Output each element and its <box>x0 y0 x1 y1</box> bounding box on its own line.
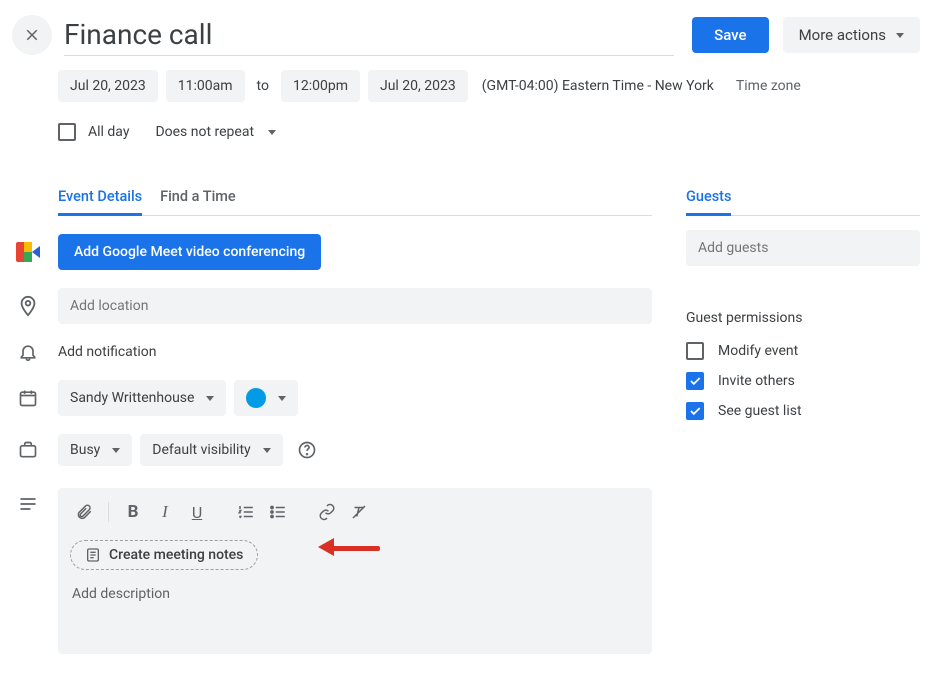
add-notification-link[interactable]: Add notification <box>58 344 157 360</box>
bulleted-list-button[interactable] <box>264 498 292 526</box>
meet-icon <box>12 242 44 262</box>
briefcase-icon <box>12 440 44 460</box>
see-guest-list-checkbox[interactable] <box>686 402 704 420</box>
notes-icon <box>85 547 101 563</box>
availability-label: Busy <box>70 442 100 458</box>
end-date-chip[interactable]: Jul 20, 2023 <box>368 70 468 102</box>
bold-button[interactable]: B <box>119 498 147 526</box>
close-button[interactable] <box>12 15 52 55</box>
underline-button[interactable]: U <box>183 498 211 526</box>
notes-chip-label: Create meeting notes <box>109 547 243 563</box>
timezone-link[interactable]: Time zone <box>728 78 801 94</box>
all-day-checkbox[interactable] <box>58 123 76 141</box>
color-dot-icon <box>246 388 266 408</box>
attach-button[interactable] <box>70 498 98 526</box>
list-bullet-icon <box>269 503 287 521</box>
clear-format-icon <box>350 503 368 521</box>
guest-permissions-title: Guest permissions <box>686 310 920 326</box>
italic-button[interactable]: I <box>151 498 179 526</box>
chevron-down-icon <box>278 396 286 401</box>
chevron-down-icon <box>112 448 120 453</box>
tab-find-a-time[interactable]: Find a Time <box>160 180 236 215</box>
modify-event-label: Modify event <box>718 343 798 359</box>
repeat-label: Does not repeat <box>155 124 254 140</box>
calendar-owner-dropdown[interactable]: Sandy Writtenhouse <box>58 380 226 416</box>
availability-dropdown[interactable]: Busy <box>58 434 132 466</box>
more-actions-button[interactable]: More actions <box>783 17 920 53</box>
modify-event-checkbox[interactable] <box>686 342 704 360</box>
chevron-down-icon <box>896 33 904 38</box>
link-icon <box>318 503 336 521</box>
to-label: to <box>253 78 273 94</box>
chevron-down-icon <box>263 448 271 453</box>
create-meeting-notes-button[interactable]: Create meeting notes <box>70 540 258 570</box>
location-input[interactable] <box>58 288 652 324</box>
numbered-list-button[interactable] <box>232 498 260 526</box>
chevron-down-icon <box>206 396 214 401</box>
chevron-down-icon <box>268 130 276 135</box>
description-icon <box>12 484 44 514</box>
see-guest-list-label: See guest list <box>718 403 802 419</box>
bell-icon <box>12 342 44 362</box>
visibility-dropdown[interactable]: Default visibility <box>140 434 282 466</box>
help-icon <box>297 440 317 460</box>
save-button[interactable]: Save <box>692 17 768 53</box>
timezone-text: (GMT-04:00) Eastern Time - New York <box>476 78 720 94</box>
visibility-help[interactable] <box>291 434 323 466</box>
end-time-chip[interactable]: 12:00pm <box>281 70 360 102</box>
link-button[interactable] <box>313 498 341 526</box>
annotation-arrow <box>318 536 380 556</box>
tab-event-details[interactable]: Event Details <box>58 180 142 216</box>
description-placeholder[interactable]: Add description <box>58 574 652 614</box>
list-ordered-icon <box>237 503 255 521</box>
paperclip-icon <box>75 503 93 521</box>
event-title-input[interactable] <box>64 14 674 56</box>
invite-others-label: Invite others <box>718 373 795 389</box>
calendar-icon <box>12 388 44 408</box>
more-actions-label: More actions <box>799 26 886 44</box>
location-icon <box>12 295 44 317</box>
add-meet-button[interactable]: Add Google Meet video conferencing <box>58 234 321 270</box>
owner-label: Sandy Writtenhouse <box>70 390 194 406</box>
start-date-chip[interactable]: Jul 20, 2023 <box>58 70 158 102</box>
visibility-label: Default visibility <box>152 442 250 458</box>
invite-others-checkbox[interactable] <box>686 372 704 390</box>
event-color-dropdown[interactable] <box>234 380 298 416</box>
all-day-label: All day <box>88 124 129 140</box>
add-guests-input[interactable] <box>686 230 920 266</box>
close-icon <box>23 26 41 44</box>
tab-guests[interactable]: Guests <box>686 180 731 216</box>
start-time-chip[interactable]: 11:00am <box>166 70 245 102</box>
repeat-dropdown[interactable]: Does not repeat <box>141 116 290 148</box>
clear-format-button[interactable] <box>345 498 373 526</box>
